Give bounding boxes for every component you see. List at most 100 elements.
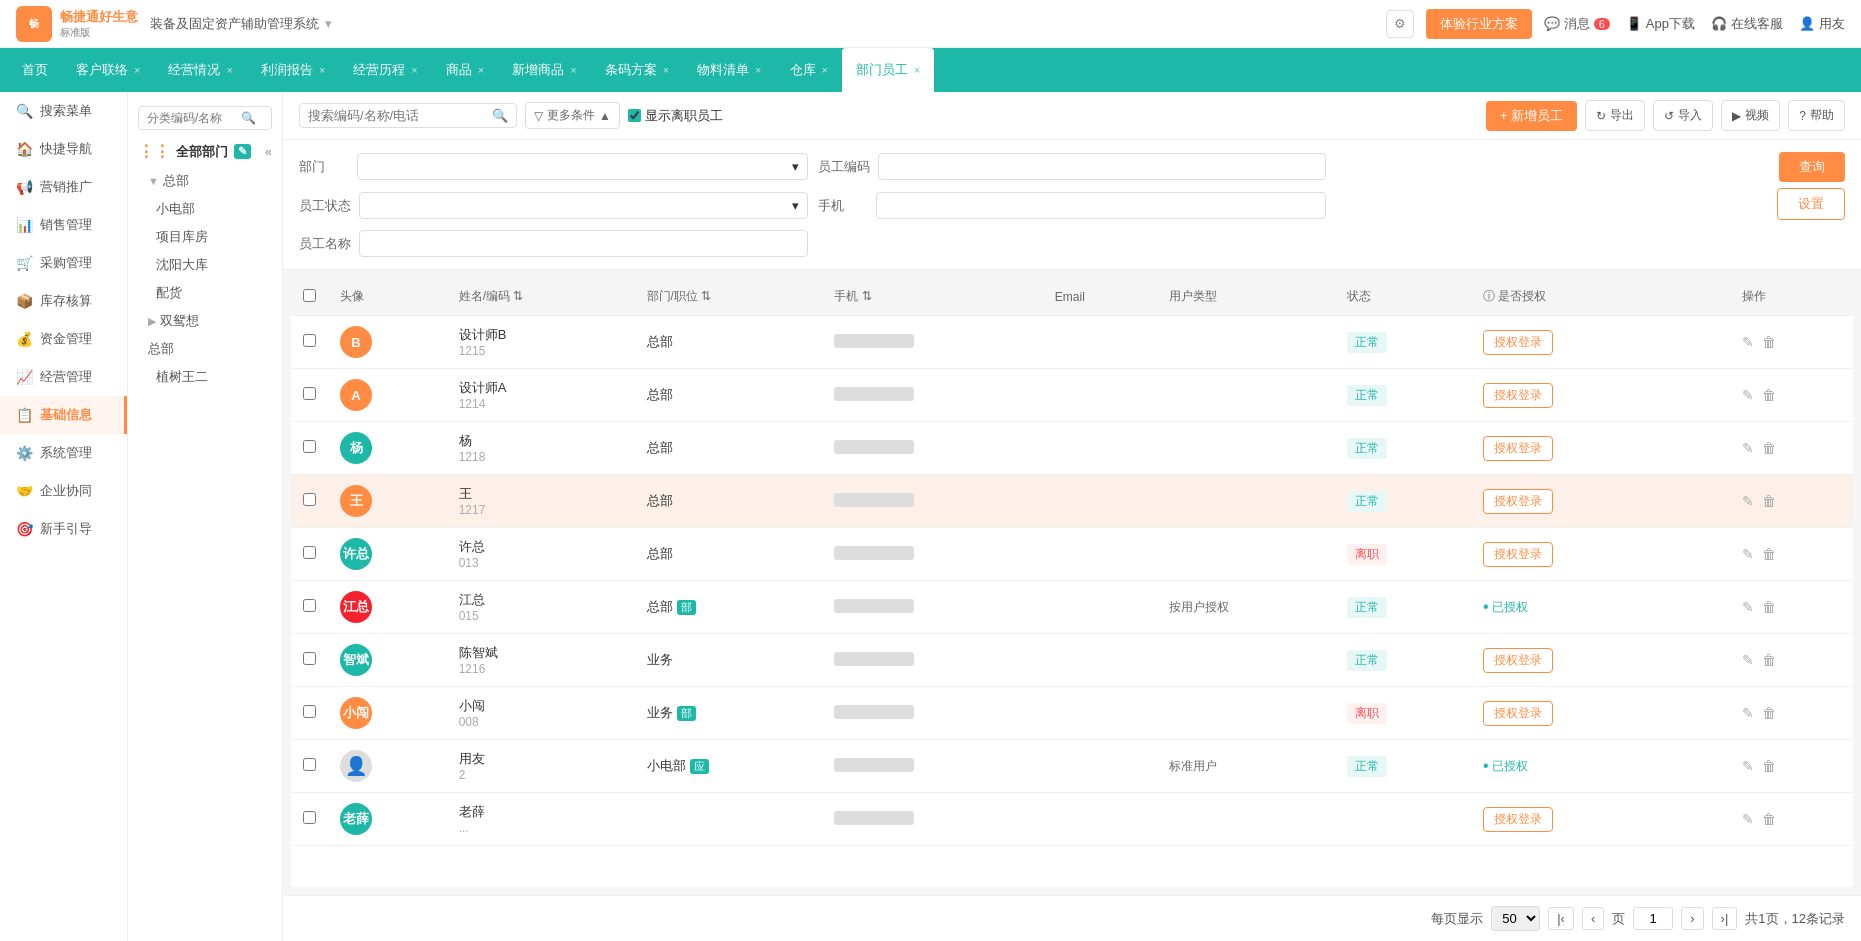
- delete-icon[interactable]: 🗑: [1762, 493, 1776, 509]
- tab-history[interactable]: 经营历程×: [339, 48, 431, 92]
- tab-operations[interactable]: 经营情况×: [154, 48, 246, 92]
- delete-icon[interactable]: 🗑: [1762, 705, 1776, 721]
- row-checkbox[interactable]: [303, 652, 316, 665]
- more-conditions-button[interactable]: ▽ 更多条件 ▲: [525, 102, 620, 129]
- row-checkbox[interactable]: [303, 705, 316, 718]
- delete-icon[interactable]: 🗑: [1762, 758, 1776, 774]
- dept-node-small-e[interactable]: 小电部: [128, 195, 282, 223]
- last-page-button[interactable]: ›|: [1712, 907, 1738, 930]
- select-all-checkbox[interactable]: [303, 289, 316, 302]
- edit-icon[interactable]: ✎: [1742, 811, 1754, 827]
- page-input[interactable]: [1633, 907, 1673, 930]
- sidebar-item-basic-info[interactable]: 📋 基础信息: [0, 396, 127, 434]
- delete-icon[interactable]: 🗑: [1762, 334, 1776, 350]
- sidebar-item-operations[interactable]: 📈 经营管理: [0, 358, 127, 396]
- delete-icon[interactable]: 🗑: [1762, 387, 1776, 403]
- row-checkbox[interactable]: [303, 334, 316, 347]
- dept-edit-icon[interactable]: ✎: [234, 144, 251, 159]
- edit-icon[interactable]: ✎: [1742, 334, 1754, 350]
- auth-button[interactable]: 授权登录: [1483, 330, 1553, 355]
- export-button[interactable]: ↻ 导出: [1585, 100, 1645, 131]
- row-checkbox[interactable]: [303, 546, 316, 559]
- dept-node-hq2[interactable]: 总部: [128, 335, 282, 363]
- dept-search-input[interactable]: [147, 111, 237, 125]
- dept-node-project[interactable]: 项目库房: [128, 223, 282, 251]
- delete-icon[interactable]: 🗑: [1762, 599, 1776, 615]
- row-checkbox[interactable]: [303, 811, 316, 824]
- prev-page-button[interactable]: ‹: [1582, 907, 1604, 930]
- app-download-button[interactable]: 📱 App下载: [1626, 15, 1695, 33]
- edit-icon[interactable]: ✎: [1742, 387, 1754, 403]
- auth-button[interactable]: 授权登录: [1483, 648, 1553, 673]
- row-checkbox[interactable]: [303, 599, 316, 612]
- sidebar-item-guide[interactable]: 🎯 新手引导: [0, 510, 127, 548]
- auth-button[interactable]: 授权登录: [1483, 383, 1553, 408]
- col-phone[interactable]: 手机 ⇅: [822, 278, 1042, 316]
- delete-icon[interactable]: 🗑: [1762, 546, 1776, 562]
- auth-button[interactable]: 授权登录: [1483, 436, 1553, 461]
- tab-customer[interactable]: 客户联络×: [62, 48, 154, 92]
- edit-icon[interactable]: ✎: [1742, 705, 1754, 721]
- delete-icon[interactable]: 🗑: [1762, 811, 1776, 827]
- auth-button[interactable]: 授权登录: [1483, 701, 1553, 726]
- row-checkbox[interactable]: [303, 758, 316, 771]
- row-checkbox[interactable]: [303, 440, 316, 453]
- dept-collapse-icon[interactable]: «: [265, 144, 272, 159]
- col-name[interactable]: 姓名/编码 ⇅: [447, 278, 635, 316]
- row-checkbox[interactable]: [303, 387, 316, 400]
- emp-name-input[interactable]: [359, 230, 808, 257]
- tab-profit[interactable]: 利润报告×: [247, 48, 339, 92]
- search-input[interactable]: [308, 108, 488, 123]
- dept-node-planting[interactable]: 植树王二: [128, 363, 282, 391]
- show-resigned-input[interactable]: [628, 109, 641, 122]
- sidebar-item-sales[interactable]: 📊 销售管理: [0, 206, 127, 244]
- message-button[interactable]: 💬 消息 6: [1544, 15, 1610, 33]
- import-button[interactable]: ↺ 导入: [1653, 100, 1713, 131]
- row-checkbox[interactable]: [303, 493, 316, 506]
- sidebar-item-quick-nav[interactable]: 🏠 快捷导航: [0, 130, 127, 168]
- tab-goods[interactable]: 商品×: [432, 48, 498, 92]
- sidebar-item-marketing[interactable]: 📢 营销推广: [0, 168, 127, 206]
- edit-icon[interactable]: ✎: [1742, 440, 1754, 456]
- sidebar-item-purchase[interactable]: 🛒 采购管理: [0, 244, 127, 282]
- help-button[interactable]: ? 帮助: [1788, 100, 1845, 131]
- edit-icon[interactable]: ✎: [1742, 493, 1754, 509]
- auth-button[interactable]: 授权登录: [1483, 489, 1553, 514]
- edit-icon[interactable]: ✎: [1742, 652, 1754, 668]
- sidebar-item-system[interactable]: ⚙️ 系统管理: [0, 434, 127, 472]
- tab-warehouse[interactable]: 仓库×: [776, 48, 842, 92]
- tab-bom[interactable]: 物料清单×: [683, 48, 775, 92]
- view-button[interactable]: ▶ 视频: [1721, 100, 1780, 131]
- edit-icon[interactable]: ✎: [1742, 546, 1754, 562]
- sidebar-item-collab[interactable]: 🤝 企业协同: [0, 472, 127, 510]
- query-button[interactable]: 查询: [1779, 152, 1845, 182]
- dept-node-shenyang[interactable]: 沈阳大库: [128, 251, 282, 279]
- sidebar-item-finance[interactable]: 💰 资金管理: [0, 320, 127, 358]
- dept-node-shuangyuan[interactable]: ▶ 双鸳想: [128, 307, 282, 335]
- online-service-button[interactable]: 🎧 在线客服: [1711, 15, 1783, 33]
- tab-home[interactable]: 首页: [8, 48, 62, 92]
- user-menu[interactable]: 👤 用友: [1799, 15, 1845, 33]
- emp-status-select[interactable]: ▾: [359, 192, 808, 219]
- emp-code-input[interactable]: [878, 153, 1327, 180]
- add-employee-button[interactable]: + 新增员工: [1486, 101, 1577, 131]
- delete-icon[interactable]: 🗑: [1762, 652, 1776, 668]
- col-dept[interactable]: 部门/职位 ⇅: [635, 278, 823, 316]
- auth-button[interactable]: 授权登录: [1483, 542, 1553, 567]
- tab-department[interactable]: 部门员工×: [842, 48, 934, 92]
- tab-add-goods[interactable]: 新增商品×: [498, 48, 590, 92]
- dept-select[interactable]: ▾: [357, 153, 808, 180]
- tab-barcode[interactable]: 条码方案×: [591, 48, 683, 92]
- first-page-button[interactable]: |‹: [1548, 907, 1574, 930]
- sidebar-item-inventory[interactable]: 📦 库存核算: [0, 282, 127, 320]
- phone-input[interactable]: [876, 192, 1327, 219]
- settings-icon[interactable]: ⚙: [1386, 10, 1414, 38]
- edit-icon[interactable]: ✎: [1742, 599, 1754, 615]
- edit-icon[interactable]: ✎: [1742, 758, 1754, 774]
- dept-node-hq[interactable]: ▼ 总部: [128, 167, 282, 195]
- delete-icon[interactable]: 🗑: [1762, 440, 1776, 456]
- next-page-button[interactable]: ›: [1681, 907, 1703, 930]
- dept-node-distribution[interactable]: 配货: [128, 279, 282, 307]
- auth-button[interactable]: 授权登录: [1483, 807, 1553, 832]
- show-resigned-checkbox[interactable]: 显示离职员工: [628, 107, 723, 125]
